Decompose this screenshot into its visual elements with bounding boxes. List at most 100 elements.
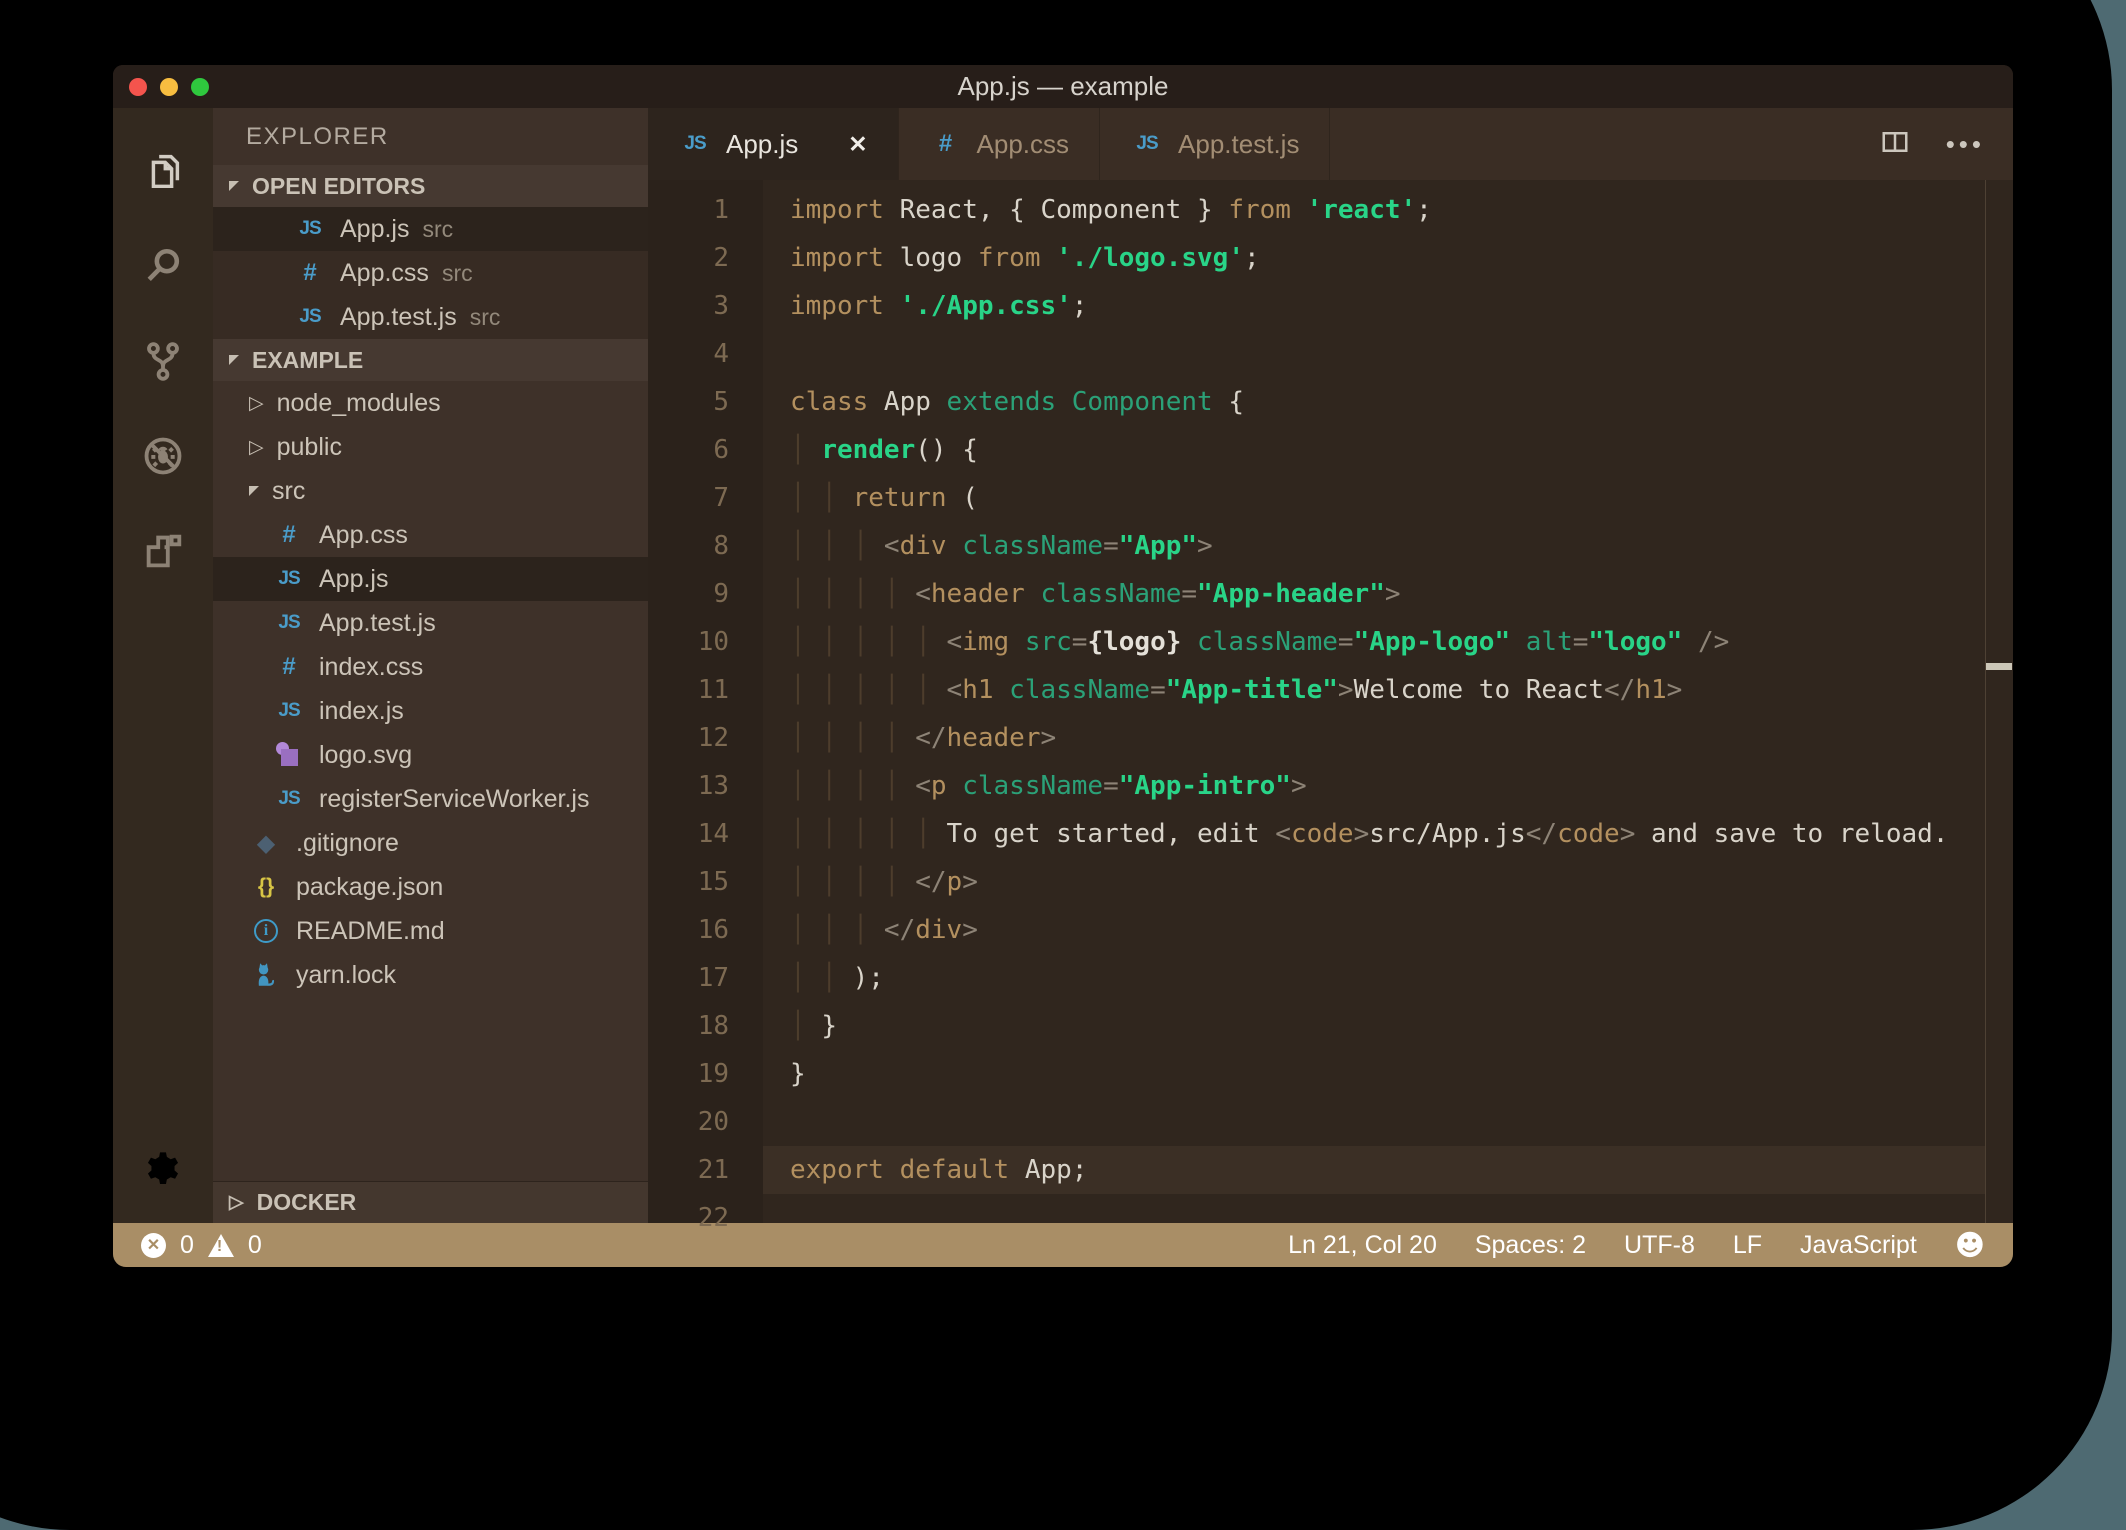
status-item[interactable]: Spaces: 2	[1475, 1231, 1586, 1260]
tree-file-item[interactable]: JS App.test.js	[213, 601, 648, 645]
tree-file-item[interactable]: ◆ .gitignore	[213, 821, 648, 865]
warnings-count[interactable]: 0	[248, 1231, 262, 1260]
tree-item-label: public	[276, 432, 342, 461]
indent-guide: │ │ │ │	[790, 771, 916, 801]
zoom-window-button[interactable]	[191, 77, 209, 96]
close-window-button[interactable]	[129, 77, 147, 96]
status-item[interactable]: Ln 21, Col 20	[1288, 1231, 1437, 1260]
code-line[interactable]	[790, 1098, 2013, 1146]
open-editor-item[interactable]: JS App.js src	[213, 207, 648, 251]
tree-folder-src[interactable]: src	[213, 469, 648, 513]
line-number: 2	[713, 243, 729, 273]
explorer-icon	[140, 148, 186, 199]
errors-count[interactable]: 0	[180, 1231, 194, 1260]
line-number: 16	[697, 915, 729, 945]
tree-folder-node_modules[interactable]: ▷ node_modules	[213, 381, 648, 425]
code-line[interactable]: │ │ │ </div>	[790, 906, 2013, 954]
tree-file-item[interactable]: yarn.lock	[213, 953, 648, 997]
tree-file-item[interactable]: i README.md	[213, 909, 648, 953]
tab-App.css[interactable]: # App.css	[899, 108, 1101, 180]
file-tree: ▷ node_modules ▷ public src # App.css JS App.js J…	[213, 381, 648, 1181]
explorer-sidebar: EXPLORER OPEN EDITORS JS App.js src # App.cs…	[213, 108, 648, 1223]
tree-file-item[interactable]: JS registerServiceWorker.js	[213, 777, 648, 821]
warnings-icon[interactable]: !	[207, 1233, 234, 1257]
code-line[interactable]	[790, 1194, 2013, 1223]
activity-bar-item-explorer[interactable]	[113, 126, 213, 221]
tab-close-icon[interactable]: ✕	[848, 131, 867, 158]
tree-folder-public[interactable]: ▷ public	[213, 425, 648, 469]
code-editor[interactable]: 1 2 3 4 5 6 7 8 9 10 11 12 13 14 15 16 17 18 19 20 21 22 impo…	[648, 180, 2013, 1233]
tree-file-item[interactable]: logo.svg	[213, 733, 648, 777]
code-line[interactable]: │ │ │ │ │ <img src={logo} className="App…	[790, 618, 2013, 666]
code-line[interactable]: │ │ │ │ <p className="App-intro">	[790, 762, 2013, 810]
code-line[interactable]: import './App.css';	[790, 282, 2013, 330]
line-number: 3	[713, 291, 729, 321]
docker-section-header[interactable]: ▷ DOCKER	[213, 1181, 648, 1223]
code-line[interactable]: │ │ );	[790, 954, 2013, 1002]
tree-file-item[interactable]: {} package.json	[213, 865, 648, 909]
errors-icon[interactable]: ✕	[141, 1232, 166, 1258]
indent-guide: │ │ │ │	[790, 867, 916, 897]
code-line[interactable]: │ │ │ │ <header className="App-header">	[790, 570, 2013, 618]
code-line[interactable]: │ │ │ <div className="App">	[790, 522, 2013, 570]
code-line[interactable]: │ │ │ │ │ <h1 className="App-title">Welc…	[790, 666, 2013, 714]
tab-App.js[interactable]: JS App.js ✕	[648, 108, 899, 180]
code-area[interactable]: import React, { Component } from 'react'…	[763, 180, 2013, 1223]
overview-ruler-marker	[1986, 663, 2012, 670]
open-editors-header[interactable]: OPEN EDITORS	[213, 165, 648, 207]
tree-item-label: node_modules	[276, 388, 441, 417]
open-editor-label: App.css	[340, 258, 429, 287]
status-item[interactable]: LF	[1733, 1231, 1762, 1260]
activity-bar-settings[interactable]	[113, 1148, 213, 1195]
tree-item-label: App.test.js	[319, 608, 436, 637]
code-line[interactable]: │ }	[790, 1002, 2013, 1050]
tree-file-item[interactable]: JS App.js	[213, 557, 648, 601]
feedback-smiley-icon[interactable]: ☻	[1955, 1230, 1985, 1260]
json-file-icon: {}	[257, 875, 275, 898]
js-file-icon: JS	[278, 612, 300, 633]
code-line[interactable]: import logo from './logo.svg';	[790, 234, 2013, 282]
code-line[interactable]	[790, 330, 2013, 378]
indent-guide: │ │	[790, 963, 853, 993]
js-file-icon: JS	[299, 306, 321, 327]
activity-bar-item-debug[interactable]	[113, 411, 213, 506]
gitignore-file-icon: ◆	[256, 829, 276, 857]
code-line[interactable]: }	[790, 1050, 2013, 1098]
code-line[interactable]: │ render() {	[790, 426, 2013, 474]
tree-item-label: App.js	[319, 564, 389, 593]
twistie-collapsed-icon: ▷	[229, 1192, 244, 1213]
code-line[interactable]: class App extends Component {	[790, 378, 2013, 426]
minimize-window-button[interactable]	[160, 77, 178, 96]
status-item[interactable]: JavaScript	[1800, 1231, 1917, 1260]
indent-guide: │ │ │	[790, 915, 884, 945]
code-line[interactable]: │ │ │ │ </header>	[790, 714, 2013, 762]
activity-bar-item-source-control[interactable]	[113, 316, 213, 411]
open-editor-item[interactable]: # App.css src	[213, 251, 648, 295]
code-line[interactable]: export default App;	[790, 1146, 2013, 1194]
activity-bar-item-search[interactable]	[113, 221, 213, 316]
overview-ruler[interactable]	[1985, 180, 2013, 1223]
activity-bar-item-extensions[interactable]	[113, 506, 213, 601]
tree-file-item[interactable]: # App.css	[213, 513, 648, 557]
indent-guide: │ │ │ │ │	[790, 627, 947, 657]
code-line[interactable]: │ │ │ │ │ To get started, edit <code>src…	[790, 810, 2013, 858]
open-editor-item[interactable]: JS App.test.js src	[213, 295, 648, 339]
line-number: 17	[697, 963, 729, 993]
tree-file-item[interactable]: JS index.js	[213, 689, 648, 733]
css-file-icon: #	[303, 259, 317, 286]
code-line[interactable]: │ │ │ │ </p>	[790, 858, 2013, 906]
activity-bar	[113, 108, 213, 1223]
status-item[interactable]: UTF-8	[1624, 1231, 1695, 1260]
line-number: 5	[713, 387, 729, 417]
code-line[interactable]: │ │ return (	[790, 474, 2013, 522]
code-line[interactable]: import React, { Component } from 'react'…	[790, 186, 2013, 234]
more-actions-icon[interactable]: •••	[1946, 129, 1985, 160]
split-editor-icon[interactable]	[1880, 129, 1910, 160]
tree-item-label: README.md	[296, 916, 445, 945]
tab-App.test.js[interactable]: JS App.test.js	[1100, 108, 1331, 180]
tree-item-label: App.css	[319, 520, 408, 549]
line-number: 7	[713, 483, 729, 513]
project-header[interactable]: EXAMPLE	[213, 339, 648, 381]
tree-file-item[interactable]: # index.css	[213, 645, 648, 689]
tree-item-label: registerServiceWorker.js	[319, 784, 590, 813]
